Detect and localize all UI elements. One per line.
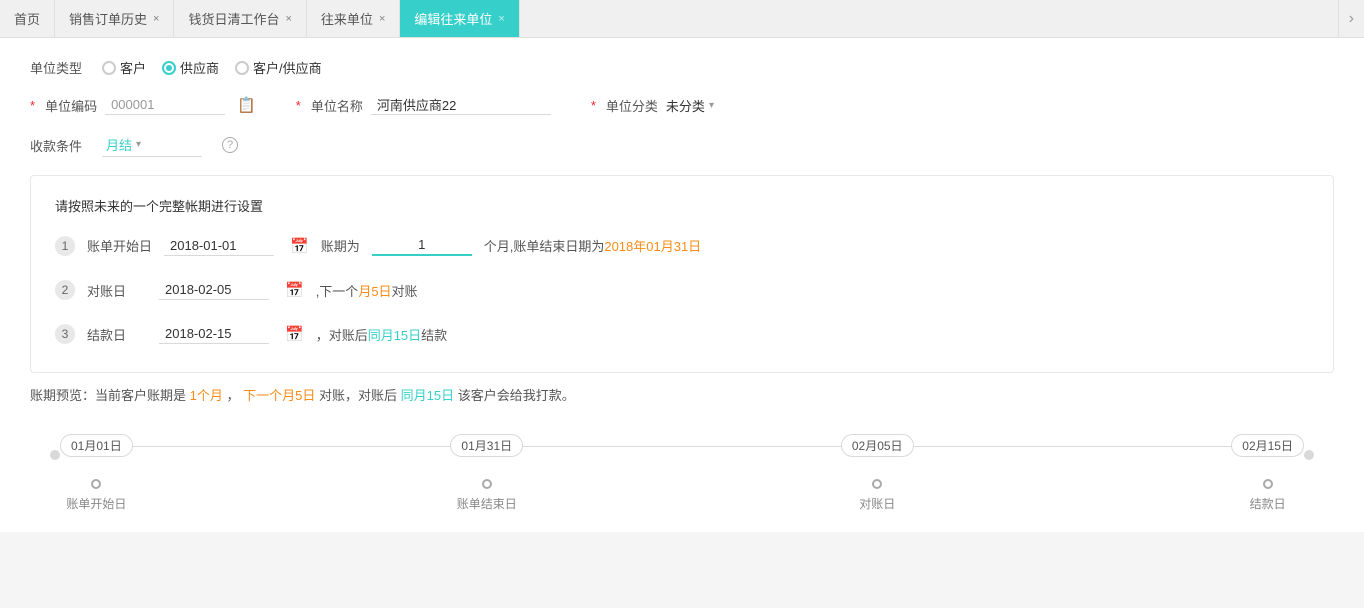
timeline-point-1: 01月01日 账单开始日 xyxy=(60,434,133,512)
tl-dot-3 xyxy=(872,479,882,489)
radio-customer[interactable]: 客户 xyxy=(102,58,146,77)
tl-dot-1 xyxy=(91,479,101,489)
period-num-2: 2 xyxy=(55,280,75,300)
radio-customer-label: 客户 xyxy=(120,58,146,77)
period-hint-label: 账期为 xyxy=(321,236,360,255)
main-content: 单位类型 客户 供应商 客户/供应商 * 单位编码 📋 * 单位名称 xyxy=(0,38,1364,532)
start-date-input[interactable] xyxy=(164,236,274,256)
unit-name-group: * 单位名称 xyxy=(296,95,551,115)
tab-sales-history-close[interactable]: × xyxy=(153,13,159,25)
tl-badge-2: 01月31日 xyxy=(450,434,523,457)
unit-classify-label: 单位分类 xyxy=(606,96,658,115)
period-row-2: 2 对账日 📅 ,下一个月5日对账 xyxy=(55,280,1309,300)
tab-partners-label: 往来单位 xyxy=(321,9,373,28)
tl-label-1: 账单开始日 xyxy=(66,495,126,512)
classify-required-star: * xyxy=(591,98,596,113)
preview-part2: 下一个月5日 xyxy=(243,388,315,403)
radio-customer-circle xyxy=(102,61,116,75)
period-row-3: 3 结款日 📅 ，对账后同月15日结款 xyxy=(55,324,1309,344)
name-required-star: * xyxy=(296,98,301,113)
timeline-points: 01月01日 账单开始日 01月31日 账单结束日 02月05日 对账日 02月… xyxy=(60,434,1304,512)
unit-classify-value: 未分类 xyxy=(666,96,705,115)
unit-classify-group: * 单位分类 未分类 ▾ xyxy=(591,96,786,115)
radio-supplier[interactable]: 供应商 xyxy=(162,58,219,77)
tabs-bar: 首页 销售订单历史 × 钱货日清工作台 × 往来单位 × 编辑往来单位 × › xyxy=(0,0,1364,38)
tl-label-3: 对账日 xyxy=(859,495,895,512)
preview-part1: 1个月 xyxy=(190,388,223,403)
tab-cash-workbench-label: 钱货日清工作台 xyxy=(188,9,279,28)
tab-edit-partner[interactable]: 编辑往来单位 × xyxy=(400,0,519,37)
period-months-input[interactable] xyxy=(372,235,472,256)
start-date-calendar-icon[interactable]: 📅 xyxy=(290,237,309,255)
reconcile-date-calendar-icon[interactable]: 📅 xyxy=(285,281,304,299)
payment-date-input[interactable] xyxy=(159,324,269,344)
unit-type-label: 单位类型 xyxy=(30,58,82,77)
help-icon[interactable]: ? xyxy=(222,137,238,153)
unit-type-row: 单位类型 客户 供应商 客户/供应商 xyxy=(30,58,1334,77)
unit-classify-select[interactable]: 未分类 ▾ xyxy=(666,96,786,115)
tab-partners-close[interactable]: × xyxy=(379,13,385,25)
timeline-container: 01月01日 账单开始日 01月31日 账单结束日 02月05日 对账日 02月… xyxy=(30,424,1334,512)
unit-type-radio-group: 客户 供应商 客户/供应商 xyxy=(102,58,322,77)
timeline-right-endpoint xyxy=(1304,450,1314,460)
tab-edit-partner-label: 编辑往来单位 xyxy=(414,9,492,28)
tab-edit-partner-close[interactable]: × xyxy=(498,13,504,25)
radio-both[interactable]: 客户/供应商 xyxy=(235,58,322,77)
payment-row: 收款条件 月结 ▾ ? xyxy=(30,133,1334,157)
preview-text: 账期预览：当前客户账期是 1个月 ， 下一个月5日 对账，对账后 同月15日 该… xyxy=(30,385,1334,404)
payment-hint: ，对账后同月15日结款 xyxy=(316,325,448,344)
timeline-point-4: 02月15日 结款日 xyxy=(1231,434,1304,512)
period-label-3: 结款日 xyxy=(87,325,147,344)
unit-code-label: 单位编码 xyxy=(45,96,97,115)
unit-code-calendar-icon[interactable]: 📋 xyxy=(237,96,256,114)
tl-dot-4 xyxy=(1263,479,1273,489)
reconcile-date-input[interactable] xyxy=(159,280,269,300)
radio-both-label: 客户/供应商 xyxy=(253,58,322,77)
timeline-point-2: 01月31日 账单结束日 xyxy=(450,434,523,512)
tab-home[interactable]: 首页 xyxy=(0,0,55,37)
payment-label: 收款条件 xyxy=(30,136,82,155)
tab-cash-workbench[interactable]: 钱货日清工作台 × xyxy=(174,0,306,37)
radio-supplier-circle xyxy=(162,61,176,75)
timeline-left-endpoint xyxy=(50,450,60,460)
tab-cash-workbench-close[interactable]: × xyxy=(285,13,291,25)
unit-name-label: 单位名称 xyxy=(311,96,363,115)
tl-badge-4: 02月15日 xyxy=(1231,434,1304,457)
period-end-date: 2018年01月31日 xyxy=(604,239,701,254)
unit-code-group: * 单位编码 📋 xyxy=(30,95,256,115)
reconcile-hint: ,下一个月5日对账 xyxy=(316,281,418,300)
timeline-point-3: 02月05日 对账日 xyxy=(841,434,914,512)
period-num-3: 3 xyxy=(55,324,75,344)
unit-name-input[interactable] xyxy=(371,95,551,115)
preview-part3: 同月15日 xyxy=(401,388,454,403)
period-suffix: 个月,账单结束日期为2018年01月31日 xyxy=(484,236,701,255)
radio-both-circle xyxy=(235,61,249,75)
tab-sales-history-label: 销售订单历史 xyxy=(69,9,147,28)
period-label-2: 对账日 xyxy=(87,281,147,300)
unit-code-input[interactable] xyxy=(105,95,225,115)
period-title: 请按照未来的一个完整帐期进行设置 xyxy=(55,196,1309,215)
period-row-1: 1 账单开始日 📅 账期为 个月,账单结束日期为2018年01月31日 xyxy=(55,235,1309,256)
period-box: 请按照未来的一个完整帐期进行设置 1 账单开始日 📅 账期为 个月,账单结束日期… xyxy=(30,175,1334,373)
tl-label-4: 结款日 xyxy=(1250,495,1286,512)
expand-tabs-button[interactable]: › xyxy=(1338,0,1364,37)
tl-label-2: 账单结束日 xyxy=(457,495,517,512)
period-num-1: 1 xyxy=(55,236,75,256)
tab-partners[interactable]: 往来单位 × xyxy=(307,0,400,37)
tl-badge-1: 01月01日 xyxy=(60,434,133,457)
tab-sales-history[interactable]: 销售订单历史 × xyxy=(55,0,174,37)
payment-value: 月结 xyxy=(106,135,132,154)
period-label-1: 账单开始日 xyxy=(87,236,152,255)
code-required-star: * xyxy=(30,98,35,113)
radio-supplier-label: 供应商 xyxy=(180,58,219,77)
payment-date-calendar-icon[interactable]: 📅 xyxy=(285,325,304,343)
tab-home-label: 首页 xyxy=(14,9,40,28)
tl-badge-3: 02月05日 xyxy=(841,434,914,457)
classify-dropdown-icon: ▾ xyxy=(709,100,714,111)
payment-select[interactable]: 月结 ▾ xyxy=(102,133,202,157)
tl-dot-2 xyxy=(482,479,492,489)
unit-info-row: * 单位编码 📋 * 单位名称 * 单位分类 未分类 ▾ xyxy=(30,95,1334,115)
payment-dropdown-icon: ▾ xyxy=(136,139,141,150)
